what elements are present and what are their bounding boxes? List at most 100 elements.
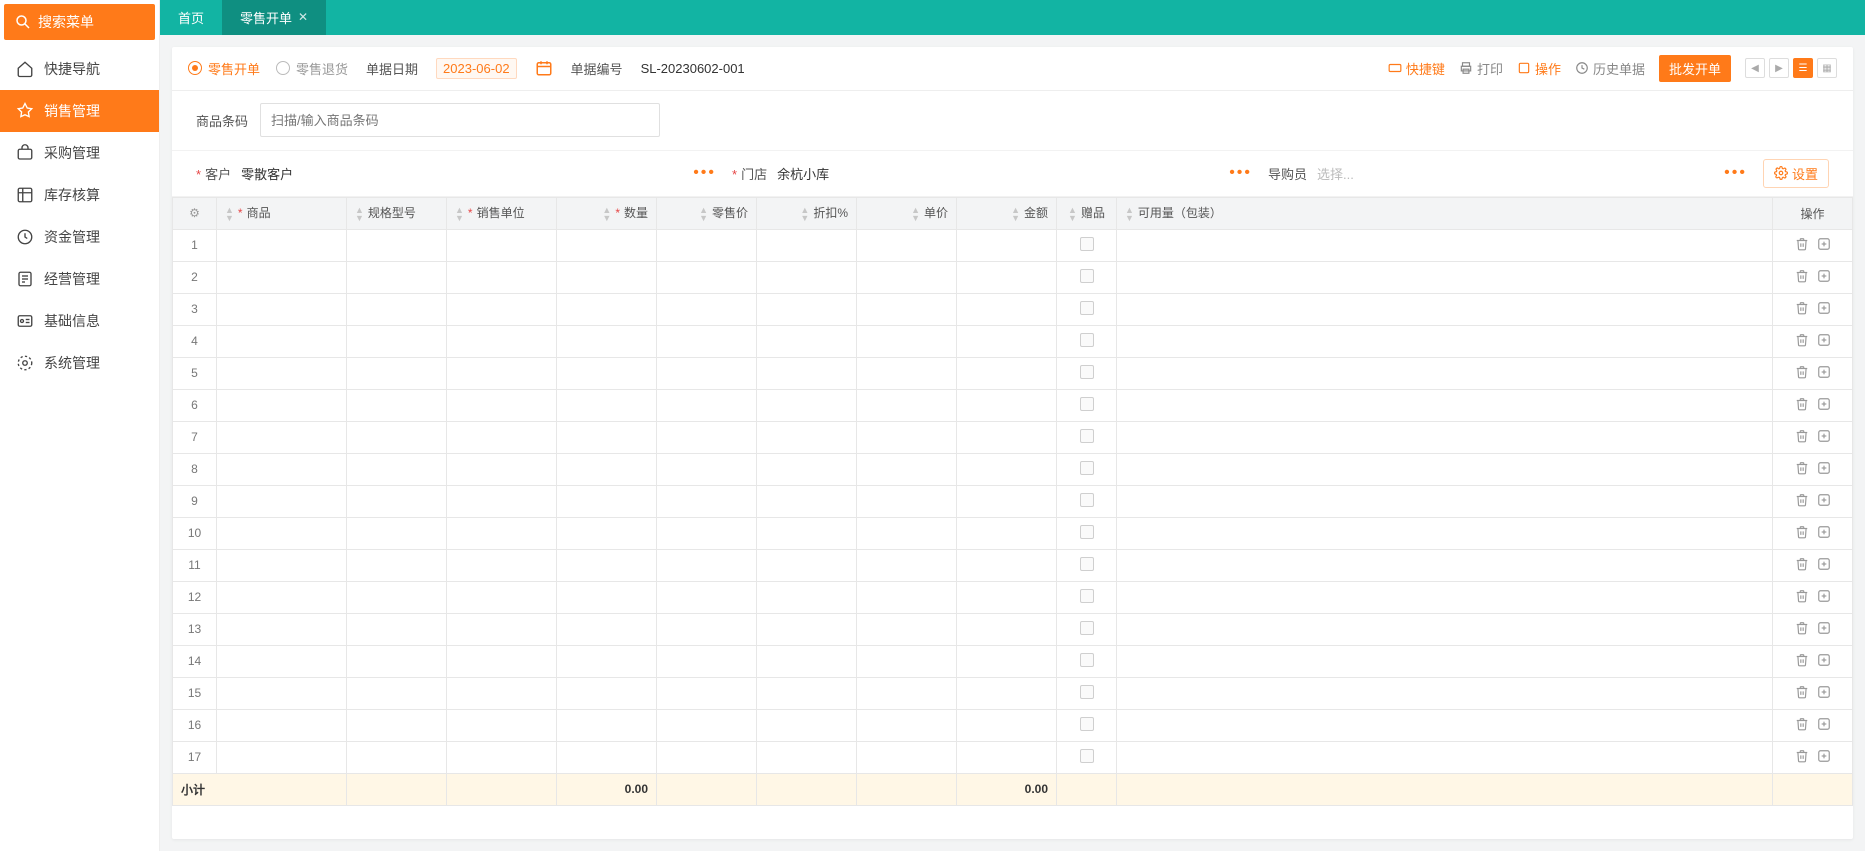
checkbox-icon[interactable] [1080, 589, 1094, 603]
shortcut-link[interactable]: 快捷键 [1388, 59, 1445, 78]
cell-gift[interactable] [1057, 741, 1117, 773]
guide-field[interactable]: 导购员 选择... ••• [1268, 164, 1747, 183]
delete-row-icon[interactable] [1795, 237, 1809, 251]
cell-price[interactable] [857, 677, 957, 709]
cell-amount[interactable] [957, 581, 1057, 613]
cell-price[interactable] [857, 421, 957, 453]
col-discount[interactable]: ▲▼折扣% [757, 197, 857, 229]
checkbox-icon[interactable] [1080, 429, 1094, 443]
cell-available[interactable] [1117, 485, 1773, 517]
table-row[interactable]: 16 [173, 709, 1853, 741]
store-field[interactable]: *门店 余杭小库 ••• [732, 164, 1252, 183]
cell-retail[interactable] [657, 613, 757, 645]
col-unit[interactable]: ▲▼*销售单位 [447, 197, 557, 229]
delete-row-icon[interactable] [1795, 269, 1809, 283]
store-more-icon[interactable]: ••• [1229, 164, 1252, 182]
cell-qty[interactable] [557, 421, 657, 453]
cell-price[interactable] [857, 453, 957, 485]
checkbox-icon[interactable] [1080, 365, 1094, 379]
cell-product[interactable] [217, 549, 347, 581]
add-row-icon[interactable] [1817, 525, 1831, 539]
cell-available[interactable] [1117, 645, 1773, 677]
radio-retail-return[interactable]: 零售退货 [276, 59, 348, 78]
print-link[interactable]: 打印 [1459, 59, 1503, 78]
checkbox-icon[interactable] [1080, 301, 1094, 315]
table-row[interactable]: 10 [173, 517, 1853, 549]
radio-retail-open[interactable]: 零售开单 [188, 59, 260, 78]
cell-available[interactable] [1117, 581, 1773, 613]
checkbox-icon[interactable] [1080, 493, 1094, 507]
cell-unit[interactable] [447, 421, 557, 453]
cell-unit[interactable] [447, 453, 557, 485]
add-row-icon[interactable] [1817, 461, 1831, 475]
col-product[interactable]: ▲▼*商品 [217, 197, 347, 229]
cell-amount[interactable] [957, 421, 1057, 453]
delete-row-icon[interactable] [1795, 621, 1809, 635]
add-row-icon[interactable] [1817, 621, 1831, 635]
cell-unit[interactable] [447, 293, 557, 325]
cell-qty[interactable] [557, 677, 657, 709]
cell-qty[interactable] [557, 549, 657, 581]
cell-discount[interactable] [757, 549, 857, 581]
col-spec[interactable]: ▲▼规格型号 [347, 197, 447, 229]
cell-price[interactable] [857, 389, 957, 421]
table-row[interactable]: 14 [173, 645, 1853, 677]
guide-more-icon[interactable]: ••• [1724, 164, 1747, 182]
table-row[interactable]: 15 [173, 677, 1853, 709]
cell-gift[interactable] [1057, 485, 1117, 517]
view-grid-icon[interactable]: ▦ [1817, 58, 1837, 78]
cell-price[interactable] [857, 229, 957, 261]
cell-retail[interactable] [657, 325, 757, 357]
cell-unit[interactable] [447, 325, 557, 357]
cell-gift[interactable] [1057, 229, 1117, 261]
cell-discount[interactable] [757, 645, 857, 677]
cell-product[interactable] [217, 261, 347, 293]
cell-discount[interactable] [757, 325, 857, 357]
cell-product[interactable] [217, 293, 347, 325]
cell-available[interactable] [1117, 613, 1773, 645]
cell-available[interactable] [1117, 709, 1773, 741]
barcode-input[interactable] [260, 103, 660, 137]
add-row-icon[interactable] [1817, 237, 1831, 251]
checkbox-icon[interactable] [1080, 685, 1094, 699]
cell-unit[interactable] [447, 709, 557, 741]
cell-discount[interactable] [757, 261, 857, 293]
cell-available[interactable] [1117, 389, 1773, 421]
add-row-icon[interactable] [1817, 653, 1831, 667]
view-list-icon[interactable]: ☰ [1793, 58, 1813, 78]
delete-row-icon[interactable] [1795, 493, 1809, 507]
cell-spec[interactable] [347, 549, 447, 581]
cell-unit[interactable] [447, 229, 557, 261]
cell-product[interactable] [217, 645, 347, 677]
cell-spec[interactable] [347, 741, 447, 773]
cell-gift[interactable] [1057, 421, 1117, 453]
cell-spec[interactable] [347, 677, 447, 709]
cell-price[interactable] [857, 517, 957, 549]
cell-retail[interactable] [657, 645, 757, 677]
cell-amount[interactable] [957, 677, 1057, 709]
cell-amount[interactable] [957, 229, 1057, 261]
cell-price[interactable] [857, 485, 957, 517]
cell-price[interactable] [857, 293, 957, 325]
cell-price[interactable] [857, 741, 957, 773]
cell-price[interactable] [857, 357, 957, 389]
cell-product[interactable] [217, 485, 347, 517]
delete-row-icon[interactable] [1795, 365, 1809, 379]
cell-unit[interactable] [447, 581, 557, 613]
delete-row-icon[interactable] [1795, 525, 1809, 539]
cell-product[interactable] [217, 581, 347, 613]
cell-product[interactable] [217, 453, 347, 485]
add-row-icon[interactable] [1817, 717, 1831, 731]
cell-product[interactable] [217, 421, 347, 453]
cell-gift[interactable] [1057, 325, 1117, 357]
customer-field[interactable]: *客户 零散客户 ••• [196, 164, 716, 183]
sidebar-item-3[interactable]: 库存核算 [0, 174, 159, 216]
cell-qty[interactable] [557, 581, 657, 613]
checkbox-icon[interactable] [1080, 461, 1094, 475]
col-price[interactable]: ▲▼单价 [857, 197, 957, 229]
table-row[interactable]: 6 [173, 389, 1853, 421]
cell-product[interactable] [217, 741, 347, 773]
cell-gift[interactable] [1057, 613, 1117, 645]
delete-row-icon[interactable] [1795, 333, 1809, 347]
cell-discount[interactable] [757, 453, 857, 485]
